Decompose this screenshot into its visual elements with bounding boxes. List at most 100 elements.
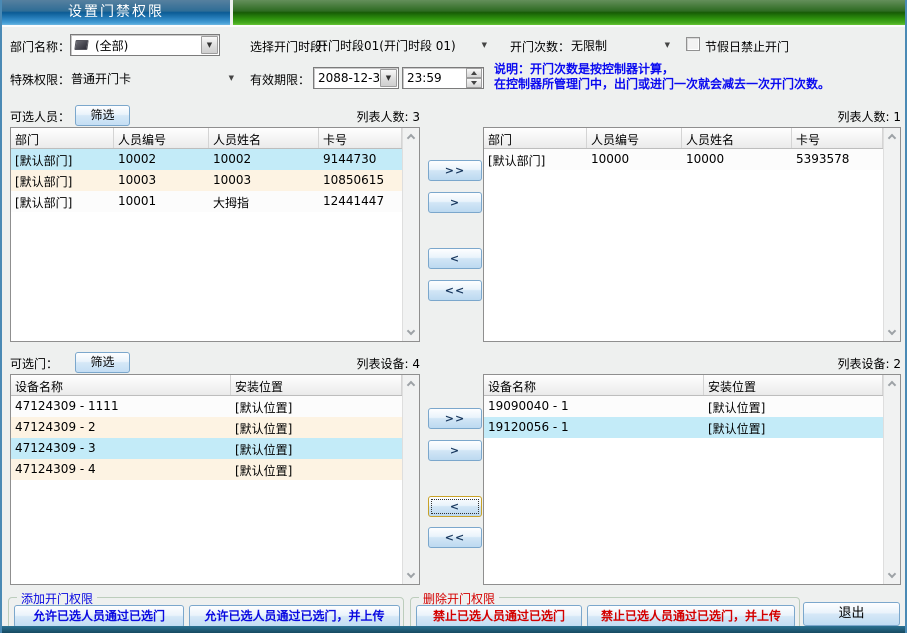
validity-time-spinner[interactable]: 23:59: [402, 67, 484, 89]
column-header[interactable]: 人员编号: [587, 128, 682, 148]
vertical-scrollbar[interactable]: [402, 375, 419, 584]
table-row[interactable]: [默认部门] 10001 大拇指 12441447: [11, 191, 402, 212]
cell-install-location: [默认位置]: [231, 459, 402, 480]
add-all-persons-button[interactable]: >>: [428, 160, 482, 181]
column-header[interactable]: 卡号: [319, 128, 402, 148]
cell-person-no: 10002: [114, 149, 209, 170]
forbid-selected-button[interactable]: 禁止已选人员通过已选门: [416, 605, 582, 628]
cell-device-name: 47124309 - 2: [11, 417, 231, 438]
remove-all-doors-button[interactable]: <<: [428, 527, 482, 548]
forbid-selected-upload-button[interactable]: 禁止已选人员通过已选门，并上传: [587, 605, 795, 628]
available-persons-header-row: 部门 人员编号 人员姓名 卡号: [11, 128, 402, 149]
available-doors-header-row: 设备名称 安装位置: [11, 375, 402, 396]
vertical-scrollbar[interactable]: [883, 128, 900, 341]
column-header[interactable]: 部门: [11, 128, 114, 148]
vertical-scrollbar[interactable]: [883, 375, 900, 584]
table-row[interactable]: [默认部门] 10003 10003 10850615: [11, 170, 402, 191]
open-count-label: 开门次数：: [510, 38, 570, 55]
table-row[interactable]: 47124309 - 1111 [默认位置]: [11, 396, 402, 417]
cell-device-name: 47124309 - 1111: [11, 396, 231, 417]
window-bottom-border: [2, 626, 905, 633]
table-row[interactable]: 19090040 - 1 [默认位置]: [484, 396, 883, 417]
cell-dept: [默认部门]: [11, 191, 114, 212]
validity-date-picker[interactable]: 2088-12-30 ▼: [313, 67, 399, 89]
chevron-down-icon[interactable]: [888, 570, 896, 578]
table-row[interactable]: 47124309 - 2 [默认位置]: [11, 417, 402, 438]
column-header[interactable]: 人员姓名: [682, 128, 792, 148]
remove-person-button[interactable]: <: [428, 248, 482, 269]
chevron-up-icon[interactable]: [888, 134, 896, 142]
chevron-down-icon: ▼: [660, 41, 675, 49]
dialog-title-tab[interactable]: 设置门禁权限: [2, 0, 230, 25]
holiday-forbid-label: 节假日禁止开门: [705, 38, 789, 55]
cell-person-no: 10000: [587, 149, 682, 170]
add-person-button[interactable]: >: [428, 192, 482, 213]
persons-filter-button[interactable]: 筛选: [75, 105, 130, 126]
column-header[interactable]: 设备名称: [484, 375, 704, 395]
open-count-select[interactable]: 无限制 ▼: [568, 34, 676, 56]
open-period-value: 开门时段01(开门时段 01): [314, 37, 477, 54]
table-row[interactable]: 19120056 - 1 [默认位置]: [484, 417, 883, 438]
cell-install-location: [默认位置]: [704, 396, 883, 417]
title-bar-spacer: [233, 0, 905, 25]
allow-selected-upload-button[interactable]: 允许已选人员通过已选门，并上传: [189, 605, 400, 628]
chevron-up-icon[interactable]: [888, 381, 896, 389]
remove-door-button[interactable]: <: [428, 496, 482, 517]
column-header[interactable]: 安装位置: [231, 375, 402, 395]
selected-persons-count: 列表人数: 1: [763, 108, 901, 125]
chevron-down-icon[interactable]: [407, 327, 415, 335]
department-select[interactable]: (全部) ▼: [70, 34, 220, 56]
exit-button[interactable]: 退出: [803, 602, 900, 626]
table-row[interactable]: 47124309 - 3 [默认位置]: [11, 438, 402, 459]
available-doors-count: 列表设备: 4: [282, 355, 420, 372]
cell-person-name: 大拇指: [209, 191, 319, 212]
column-header[interactable]: 卡号: [792, 128, 883, 148]
cell-card-no: 9144730: [319, 149, 402, 170]
open-count-value: 无限制: [569, 37, 660, 54]
add-all-doors-button[interactable]: >>: [428, 408, 482, 429]
cell-device-name: 19120056 - 1: [484, 417, 704, 438]
add-door-button[interactable]: >: [428, 440, 482, 461]
validity-time-value: 23:59: [403, 71, 465, 85]
cell-dept: [默认部门]: [11, 149, 114, 170]
holiday-forbid-checkbox[interactable]: [686, 37, 700, 51]
chevron-down-icon[interactable]: [888, 327, 896, 335]
column-header[interactable]: 设备名称: [11, 375, 231, 395]
chevron-up-icon[interactable]: [407, 381, 415, 389]
available-doors-label: 可选门：: [10, 355, 58, 372]
special-permission-select[interactable]: 普通开门卡 ▼: [68, 67, 240, 89]
table-row[interactable]: [默认部门] 10000 10000 5393578: [484, 149, 883, 170]
cell-person-name: 10003: [209, 170, 319, 191]
cell-device-name: 47124309 - 4: [11, 459, 231, 480]
column-header[interactable]: 部门: [484, 128, 587, 148]
chevron-down-icon[interactable]: ▼: [201, 36, 218, 54]
validity-label: 有效期限：: [250, 71, 310, 88]
table-row[interactable]: 47124309 - 4 [默认位置]: [11, 459, 402, 480]
vertical-scrollbar[interactable]: [402, 128, 419, 341]
available-persons-label: 可选人员：: [10, 108, 70, 125]
spin-up-icon[interactable]: [466, 68, 482, 78]
doors-filter-button[interactable]: 筛选: [75, 352, 130, 373]
available-persons-count: 列表人数: 3: [282, 108, 420, 125]
open-period-select[interactable]: 开门时段01(开门时段 01) ▼: [313, 34, 493, 56]
department-value: (全部): [91, 37, 200, 54]
chevron-down-icon[interactable]: ▼: [380, 69, 397, 87]
page-title: 设置门禁权限: [68, 4, 164, 20]
department-label: 部门名称：: [10, 38, 70, 55]
chevron-down-icon: ▼: [477, 41, 492, 49]
title-underline: [2, 25, 905, 27]
chevron-down-icon[interactable]: [407, 570, 415, 578]
remove-all-persons-button[interactable]: <<: [428, 280, 482, 301]
column-header[interactable]: 安装位置: [704, 375, 883, 395]
column-header[interactable]: 人员姓名: [209, 128, 319, 148]
cell-person-no: 10003: [114, 170, 209, 191]
spin-down-icon[interactable]: [466, 78, 482, 88]
allow-selected-button[interactable]: 允许已选人员通过已选门: [14, 605, 184, 628]
column-header[interactable]: 人员编号: [114, 128, 209, 148]
cell-person-name: 10000: [682, 149, 792, 170]
table-row[interactable]: [默认部门] 10002 10002 9144730: [11, 149, 402, 170]
validity-date-value: 2088-12-30: [314, 71, 379, 85]
note-line-2: 在控制器所管理门中，出门或进门一次就会减去一次开门次数。: [494, 77, 830, 92]
special-permission-value: 普通开门卡: [69, 70, 224, 87]
chevron-up-icon[interactable]: [407, 134, 415, 142]
